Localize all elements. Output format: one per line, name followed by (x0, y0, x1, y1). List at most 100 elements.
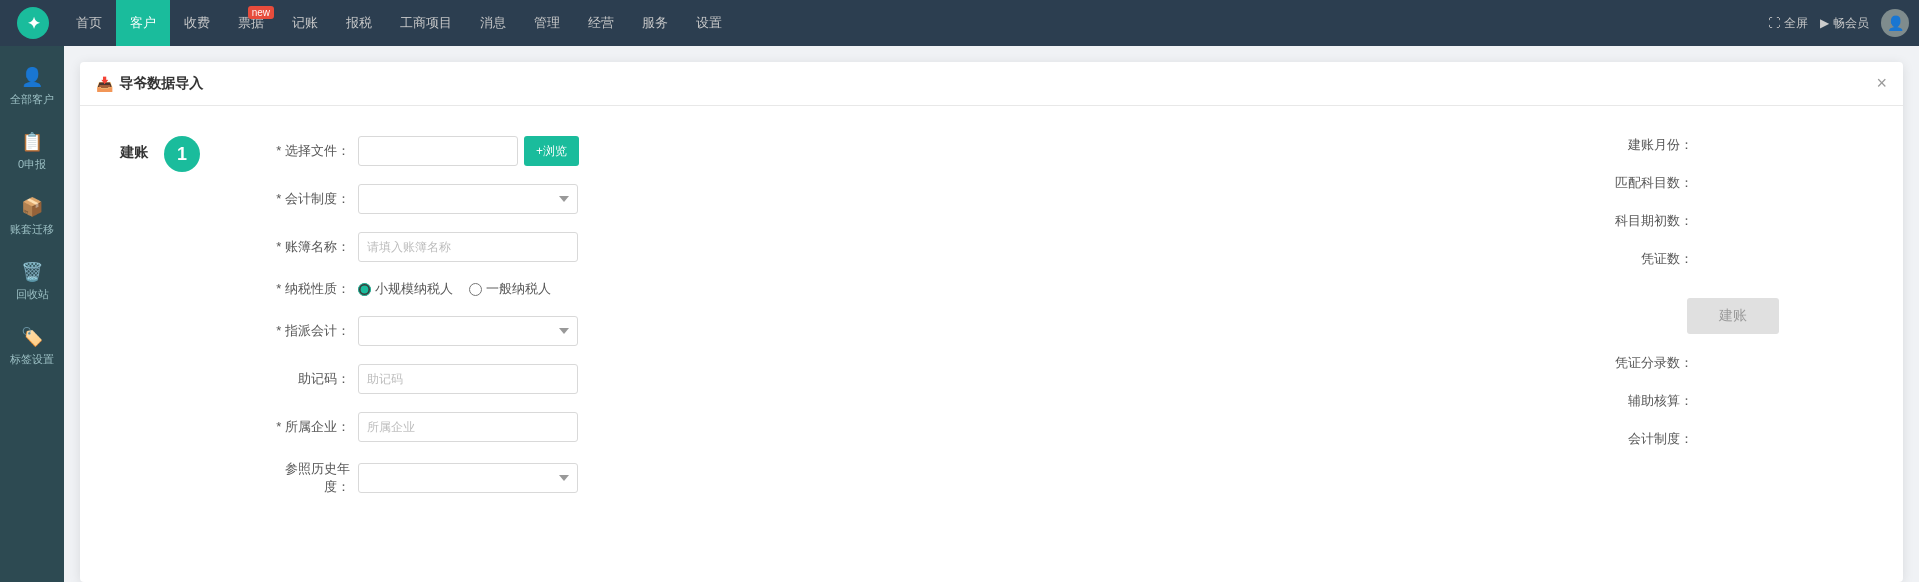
voucher-records-label: 凭证分录数： (1603, 354, 1693, 372)
step-label: 建账 (120, 144, 148, 162)
sidebar-item-0申报[interactable]: 📋 0申报 (0, 121, 64, 182)
company-label: * 所属企业： (260, 418, 350, 436)
sidebar-icon: 📦 (21, 196, 43, 218)
nav-item-票据[interactable]: 票据new (224, 0, 278, 46)
nav-item-收费[interactable]: 收费 (170, 0, 224, 46)
sidebar-item-回收站[interactable]: 🗑️ 回收站 (0, 251, 64, 312)
accountant-label: * 指派会计： (260, 322, 350, 340)
nav-item-服务[interactable]: 服务 (628, 0, 682, 46)
match-subjects-row: 匹配科目数： (1603, 174, 1863, 192)
logo-icon: ✦ (17, 7, 49, 39)
vip-btn[interactable]: ▶ 畅会员 (1820, 15, 1869, 32)
nav-item-工商项目[interactable]: 工商项目 (386, 0, 466, 46)
nav-item-客户[interactable]: 客户 (116, 0, 170, 46)
fullscreen-icon: ⛶ (1768, 16, 1780, 30)
tax-type-row: * 纳税性质： 小规模纳税人 一般纳税人 (260, 280, 1543, 298)
dialog-panel: 📥 导爷数据导入 × 建账 1 * 选择文件： (80, 62, 1903, 582)
company-row: * 所属企业： (260, 412, 1543, 442)
history-year-select[interactable] (358, 463, 578, 493)
step-area: 建账 1 (120, 136, 200, 514)
avatar[interactable]: 👤 (1881, 9, 1909, 37)
nav-item-报税[interactable]: 报税 (332, 0, 386, 46)
tax-type-general-input[interactable] (469, 283, 482, 296)
sidebar-item-全部客户[interactable]: 👤 全部客户 (0, 56, 64, 117)
tax-type-small-label: 小规模纳税人 (375, 280, 453, 298)
account-name-input[interactable] (358, 232, 578, 262)
account-name-row: * 账簿名称： (260, 232, 1543, 262)
vouchers-row: 凭证数： (1603, 250, 1863, 268)
sidebar-label: 0申报 (18, 157, 46, 172)
nav-badge-票据: new (248, 6, 274, 19)
accounting-label: * 会计制度： (260, 190, 350, 208)
sidebar-icon: 📋 (21, 131, 43, 153)
tax-type-general-radio[interactable]: 一般纳税人 (469, 280, 551, 298)
fullscreen-label: 全屏 (1784, 15, 1808, 32)
accounting-system-label: 会计制度： (1603, 430, 1693, 448)
tax-type-general-label: 一般纳税人 (486, 280, 551, 298)
month-label: 建账月份： (1603, 136, 1693, 154)
file-label: * 选择文件： (260, 142, 350, 160)
match-subjects-label: 匹配科目数： (1603, 174, 1693, 192)
sidebar: 👤 全部客户 📋 0申报 📦 账套迁移 🗑️ 回收站 🏷️ 标签设置 (0, 46, 64, 582)
sidebar-label: 标签设置 (10, 352, 54, 367)
accounting-row: * 会计制度： (260, 184, 1543, 214)
nav-right: ⛶ 全屏 ▶ 畅会员 👤 (1768, 9, 1909, 37)
info-section: 建账月份： 匹配科目数： 科目期初数： 凭证数： (1603, 136, 1863, 514)
file-input-group: +浏览 (358, 136, 579, 166)
nav-item-管理[interactable]: 管理 (520, 0, 574, 46)
sidebar-label: 回收站 (16, 287, 49, 302)
nav-item-消息[interactable]: 消息 (466, 0, 520, 46)
accounting-system-row: 会计制度： (1603, 430, 1863, 448)
nav-item-记账[interactable]: 记账 (278, 0, 332, 46)
sidebar-item-标签设置[interactable]: 🏷️ 标签设置 (0, 316, 64, 377)
vip-icon: ▶ (1820, 16, 1829, 30)
import-icon: 📥 (96, 76, 113, 92)
top-nav: ✦ 首页客户收费票据new记账报税工商项目消息管理经营服务设置 ⛶ 全屏 ▶ 畅… (0, 0, 1919, 46)
dialog-body: 建账 1 * 选择文件： +浏览 * 会计制度： (80, 106, 1903, 544)
account-name-label: * 账簿名称： (260, 238, 350, 256)
fullscreen-btn[interactable]: ⛶ 全屏 (1768, 15, 1808, 32)
auxiliary-row: 辅助核算： (1603, 392, 1863, 410)
sidebar-label: 账套迁移 (10, 222, 54, 237)
create-account-button[interactable]: 建账 (1687, 298, 1779, 334)
vouchers-label: 凭证数： (1603, 250, 1693, 268)
sidebar-label: 全部客户 (10, 92, 54, 107)
browse-button[interactable]: +浏览 (524, 136, 579, 166)
nav-item-经营[interactable]: 经营 (574, 0, 628, 46)
close-button[interactable]: × (1876, 74, 1887, 92)
nav-item-设置[interactable]: 设置 (682, 0, 736, 46)
tax-type-small-radio[interactable]: 小规模纳税人 (358, 280, 453, 298)
vip-label: 畅会员 (1833, 15, 1869, 32)
memo-input[interactable] (358, 364, 578, 394)
file-row: * 选择文件： +浏览 (260, 136, 1543, 166)
accountant-select[interactable] (358, 316, 578, 346)
voucher-records-row: 凭证分录数： (1603, 354, 1863, 372)
company-input[interactable] (358, 412, 578, 442)
tax-type-radio-group: 小规模纳税人 一般纳税人 (358, 280, 551, 298)
history-year-row: 参照历史年度： (260, 460, 1543, 496)
nav-items: 首页客户收费票据new记账报税工商项目消息管理经营服务设置 (62, 0, 1768, 46)
memo-label: 助记码： (260, 370, 350, 388)
nav-item-首页[interactable]: 首页 (62, 0, 116, 46)
accountant-row: * 指派会计： (260, 316, 1543, 346)
tax-type-small-input[interactable] (358, 283, 371, 296)
tax-type-label: * 纳税性质： (260, 280, 350, 298)
history-year-label: 参照历史年度： (260, 460, 350, 496)
subject-initial-row: 科目期初数： (1603, 212, 1863, 230)
sidebar-icon: 🏷️ (21, 326, 43, 348)
sidebar-item-账套迁移[interactable]: 📦 账套迁移 (0, 186, 64, 247)
dialog-header: 📥 导爷数据导入 (80, 62, 1903, 106)
logo: ✦ (10, 0, 56, 46)
content: 📥 导爷数据导入 × 建账 1 * 选择文件： (64, 46, 1919, 582)
auxiliary-label: 辅助核算： (1603, 392, 1693, 410)
sidebar-icon: 🗑️ (21, 261, 43, 283)
form-section: * 选择文件： +浏览 * 会计制度： (260, 136, 1543, 514)
sidebar-icon: 👤 (21, 66, 43, 88)
step-circle: 1 (164, 136, 200, 172)
accounting-select[interactable] (358, 184, 578, 214)
file-input[interactable] (358, 136, 518, 166)
subject-initial-label: 科目期初数： (1603, 212, 1693, 230)
main-layout: 👤 全部客户 📋 0申报 📦 账套迁移 🗑️ 回收站 🏷️ 标签设置 📥 导爷数据导入 × 建账 … (0, 46, 1919, 582)
month-row: 建账月份： (1603, 136, 1863, 154)
memo-row: 助记码： (260, 364, 1543, 394)
